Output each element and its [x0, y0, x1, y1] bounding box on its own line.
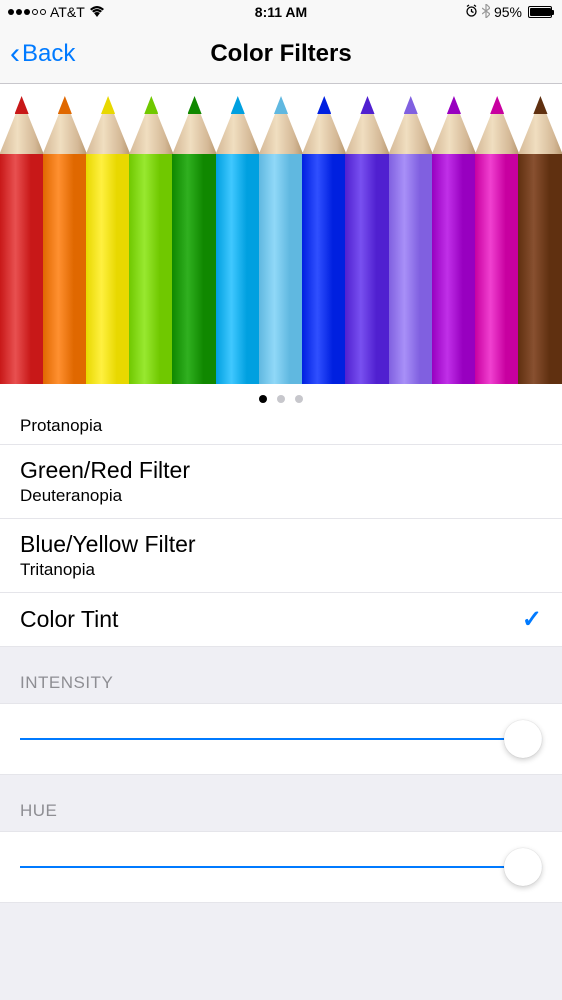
status-bar: AT&T 8:11 AM 95% — [0, 0, 562, 24]
pencil — [302, 94, 346, 384]
pencil — [345, 94, 389, 384]
slider-hue — [0, 831, 562, 903]
section-header: INTENSITY — [0, 647, 562, 703]
slider[interactable] — [20, 852, 542, 882]
page-indicator[interactable] — [0, 384, 562, 414]
filter-title: Green/Red Filter — [20, 457, 190, 484]
status-time: 8:11 AM — [190, 4, 372, 20]
section-header: HUE — [0, 775, 562, 831]
page-title: Color Filters — [210, 40, 351, 68]
filter-subtitle: Tritanopia — [20, 560, 196, 580]
filter-option[interactable]: Green/Red FilterDeuteranopia — [0, 445, 562, 519]
wifi-icon — [89, 4, 105, 20]
pencil — [475, 94, 519, 384]
pencil — [43, 94, 87, 384]
pencil — [432, 94, 476, 384]
slider[interactable] — [20, 724, 542, 754]
checkmark-icon: ✓ — [522, 605, 542, 634]
slider-intensity — [0, 703, 562, 775]
filter-subtitle: Deuteranopia — [20, 486, 190, 506]
page-dot[interactable] — [295, 395, 303, 403]
pencil — [0, 94, 44, 384]
filter-list: ProtanopiaGreen/Red FilterDeuteranopiaBl… — [0, 414, 562, 647]
filter-option[interactable]: Color Tint ✓ — [0, 593, 562, 647]
chevron-left-icon: ‹ — [10, 37, 20, 71]
pencil — [389, 94, 433, 384]
slider-thumb[interactable] — [504, 848, 542, 886]
status-right: 95% — [372, 4, 554, 21]
pencil — [86, 94, 130, 384]
battery-percent: 95% — [494, 4, 522, 20]
filter-subtitle: Protanopia — [20, 416, 102, 436]
pencil — [216, 94, 260, 384]
signal-strength-icon — [8, 9, 46, 15]
pencil — [129, 94, 173, 384]
pencil — [259, 94, 303, 384]
bluetooth-icon — [482, 4, 490, 21]
back-button[interactable]: ‹ Back — [10, 37, 75, 71]
pencil — [518, 94, 562, 384]
pencils-preview[interactable] — [0, 84, 562, 384]
slider-thumb[interactable] — [504, 720, 542, 758]
page-dot[interactable] — [277, 395, 285, 403]
alarm-icon — [465, 4, 478, 20]
back-label: Back — [22, 40, 75, 68]
filter-option[interactable]: Blue/Yellow FilterTritanopia — [0, 519, 562, 593]
carrier-label: AT&T — [50, 4, 85, 20]
slider-track — [20, 866, 542, 868]
filter-title: Blue/Yellow Filter — [20, 531, 196, 558]
page-dot[interactable] — [259, 395, 267, 403]
filter-option[interactable]: Protanopia — [0, 414, 562, 445]
nav-bar: ‹ Back Color Filters — [0, 24, 562, 84]
pencil — [172, 94, 216, 384]
status-left: AT&T — [8, 4, 190, 20]
slider-track — [20, 738, 542, 740]
battery-icon — [526, 6, 554, 18]
filter-title: Color Tint — [20, 606, 118, 633]
